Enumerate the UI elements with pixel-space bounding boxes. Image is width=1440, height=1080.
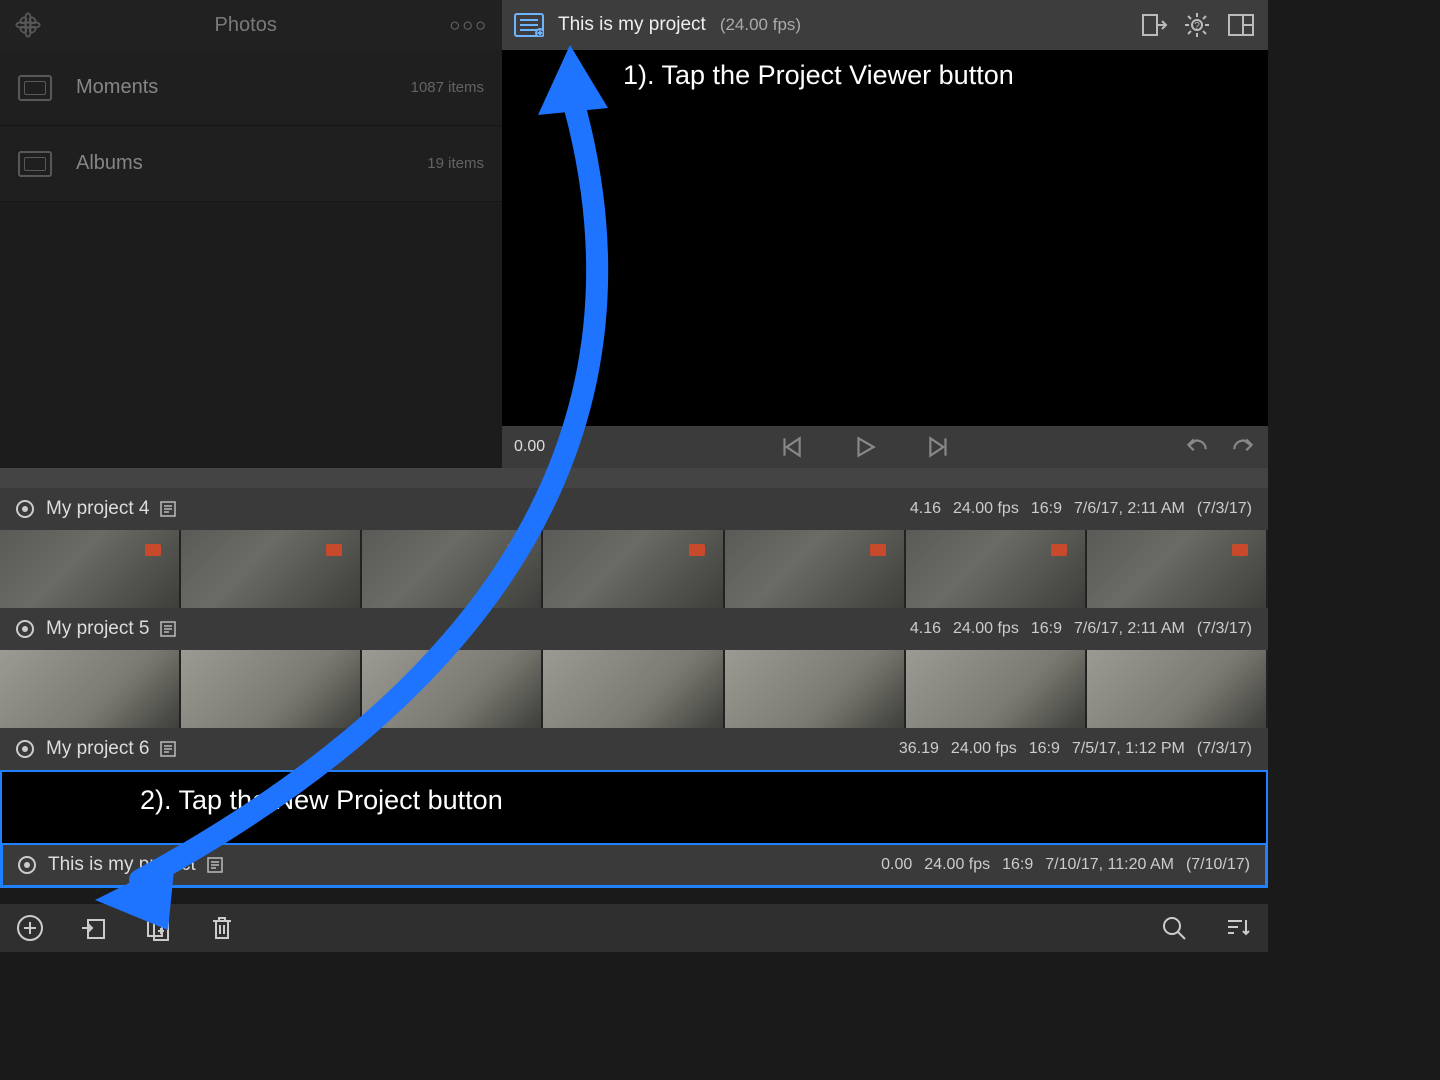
project-row[interactable]: This is my project 0.0024.00 fps16:97/10… (2, 844, 1266, 886)
radio-icon[interactable] (16, 740, 34, 758)
svg-text:?: ? (1194, 21, 1200, 32)
albums-icon (18, 151, 52, 177)
photos-app-icon (14, 11, 42, 39)
filmstrip-partial[interactable] (0, 468, 1268, 488)
new-project-button[interactable] (16, 914, 44, 942)
filmstrip[interactable] (0, 650, 1268, 728)
duplicate-icon[interactable] (144, 914, 172, 942)
search-icon[interactable] (1160, 914, 1188, 942)
photos-row-moments[interactable]: Moments 1087 items (0, 50, 502, 126)
skip-forward-icon[interactable] (926, 434, 952, 460)
project-row[interactable]: My project 6 36.1924.00 fps16:97/5/17, 1… (0, 728, 1268, 770)
trash-icon[interactable] (208, 914, 236, 942)
project-toolbar: This is my project (24.00 fps) ? (502, 0, 1268, 50)
radio-icon[interactable] (18, 856, 36, 874)
radio-icon[interactable] (16, 620, 34, 638)
project-meta: 4.1624.00 fps16:97/6/17, 2:11 AM(7/3/17) (910, 620, 1252, 638)
project-name: My project 6 (46, 738, 149, 760)
timecode: 0.00 (514, 438, 545, 456)
transport-bar: 0.00 (502, 426, 1268, 468)
albums-label: Albums (76, 152, 427, 175)
undo-icon[interactable] (1184, 434, 1210, 460)
moments-icon (18, 75, 52, 101)
project-row-selected[interactable]: This is my project 0.0024.00 fps16:97/10… (0, 770, 1268, 888)
sort-icon[interactable] (1224, 914, 1252, 942)
play-icon[interactable] (852, 434, 878, 460)
note-icon[interactable] (206, 856, 224, 874)
photos-panel: Photos ○○○ Moments 1087 items Albums 19 … (0, 0, 502, 466)
project-fps: (24.00 fps) (720, 15, 801, 35)
project-meta: 4.1624.00 fps16:97/6/17, 2:11 AM(7/3/17) (910, 500, 1252, 518)
import-icon[interactable] (80, 914, 108, 942)
project-name: This is my project (48, 854, 196, 876)
layout-toggle-icon[interactable] (1226, 10, 1256, 40)
project-row[interactable]: My project 4 4.1624.00 fps16:97/6/17, 2:… (0, 488, 1268, 530)
skip-back-icon[interactable] (778, 434, 804, 460)
project-name: My project 5 (46, 618, 149, 640)
note-icon[interactable] (159, 500, 177, 518)
settings-gear-icon[interactable]: ? (1182, 10, 1212, 40)
project-viewer-button[interactable] (514, 13, 544, 37)
moments-label: Moments (76, 76, 411, 99)
empty-preview (2, 772, 1266, 844)
note-icon[interactable] (159, 740, 177, 758)
photos-more-icon[interactable]: ○○○ (449, 15, 488, 36)
project-viewer (502, 50, 1268, 426)
radio-icon[interactable] (16, 500, 34, 518)
bottom-toolbar (0, 904, 1268, 952)
albums-count: 19 items (427, 155, 484, 172)
note-icon[interactable] (159, 620, 177, 638)
project-name: My project 4 (46, 498, 149, 520)
export-icon[interactable] (1138, 10, 1168, 40)
redo-icon[interactable] (1230, 434, 1256, 460)
project-list: My project 4 4.1624.00 fps16:97/6/17, 2:… (0, 468, 1268, 904)
project-meta: 36.1924.00 fps16:97/5/17, 1:12 PM(7/3/17… (899, 740, 1252, 758)
project-meta: 0.0024.00 fps16:97/10/17, 11:20 AM(7/10/… (881, 856, 1250, 874)
moments-count: 1087 items (411, 79, 484, 96)
photos-row-albums[interactable]: Albums 19 items (0, 126, 502, 202)
project-title: This is my project (558, 14, 706, 36)
photos-title: Photos (42, 14, 449, 37)
filmstrip[interactable] (0, 530, 1268, 608)
project-row[interactable]: My project 5 4.1624.00 fps16:97/6/17, 2:… (0, 608, 1268, 650)
